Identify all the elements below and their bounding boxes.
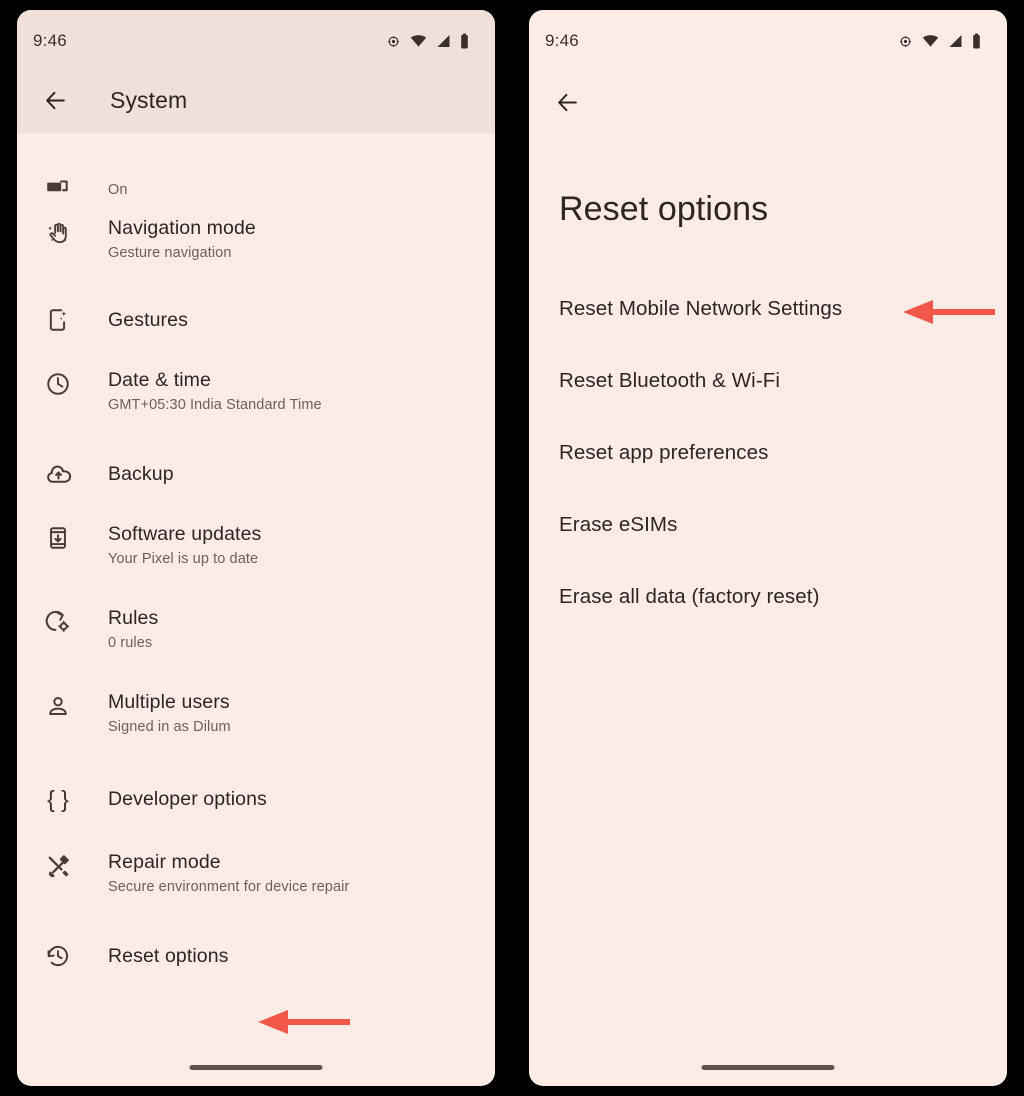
list-item-text: Date & time GMT+05:30 India Standard Tim… [81,367,322,416]
list-item-date-time[interactable]: Date & time GMT+05:30 India Standard Tim… [17,355,495,439]
list-item-reset-mobile-network-settings[interactable]: Reset Mobile Network Settings [529,273,1007,345]
list-item-text: Gestures [81,307,188,333]
back-button[interactable] [545,80,589,124]
list-item-subtitle: Secure environment for device repair [108,879,350,895]
list-item-reset-options[interactable]: Reset options [17,921,495,991]
list-item-text: Reset options [81,943,229,969]
person-icon [35,689,81,719]
reset-options-list: Reset Mobile Network Settings Reset Blue… [529,273,1007,633]
back-button[interactable] [33,79,77,123]
status-icon-group [898,33,981,49]
cellular-signal-icon [948,34,963,48]
history-restore-icon [35,943,81,969]
list-item-text: Backup [81,461,174,487]
clock-icon [35,367,81,397]
list-item-title: Reset options [108,945,229,967]
list-item-title: Gestures [108,309,188,331]
list-item-label: Reset Bluetooth & Wi-Fi [559,369,781,392]
left-appbar: System [17,68,495,133]
list-item-text: Repair mode Secure environment for devic… [81,849,349,898]
right-appbar [529,68,1007,136]
list-item-repair-mode[interactable]: Repair mode Secure environment for devic… [17,837,495,921]
list-item-subtitle: Gesture navigation [108,245,232,261]
status-time: 9:46 [545,31,579,50]
screenshot-stage: 9:46 System On Navigation mode Gesture n… [0,0,1024,1096]
page-title: System [110,87,188,113]
list-item-erase-esims[interactable]: Erase eSIMs [529,489,1007,561]
location-icon [386,34,401,49]
list-item-title: Navigation mode [108,217,256,239]
wifi-icon [410,34,427,48]
wifi-icon [922,34,939,48]
cellular-signal-icon [436,34,451,48]
phone-download-icon [35,521,81,551]
list-item-label: Reset app preferences [559,441,769,464]
list-item[interactable]: On [17,133,495,201]
list-item-title: Repair mode [108,851,221,873]
right-status-bar: 9:46 [529,10,1007,68]
braces-icon: { } [47,785,69,812]
list-item-text: On [81,179,128,201]
list-item-reset-app-preferences[interactable]: Reset app preferences [529,417,1007,489]
list-item-text: Navigation mode Gesture navigation [81,215,256,264]
location-icon [898,34,913,49]
list-item-navigation-mode[interactable]: Navigation mode Gesture navigation [17,201,495,285]
status-time: 9:46 [33,31,67,50]
system-settings-list: On Navigation mode Gesture navigation Ge… [17,133,495,991]
list-item-text: Developer options [81,786,267,812]
page-title: Reset options [559,190,769,228]
list-item-reset-bluetooth-wifi[interactable]: Reset Bluetooth & Wi-Fi [529,345,1007,417]
list-item-software-updates[interactable]: Software updates Your Pixel is up to dat… [17,509,495,593]
battery-icon [460,33,469,49]
list-item-subtitle: GMT+05:30 India Standard Time [108,397,322,413]
list-item-label: Reset Mobile Network Settings [559,297,843,320]
list-item-gestures[interactable]: Gestures [17,285,495,355]
left-status-bar: 9:46 [17,10,495,68]
rotate-gear-icon [35,605,81,636]
list-item-subtitle: On [108,182,128,198]
list-item-subtitle: Your Pixel is up to date [108,551,259,567]
list-item-label: Erase eSIMs [559,513,678,536]
cloud-upload-icon [35,461,81,488]
languages-icon [35,157,81,201]
left-phone-panel: 9:46 System On Navigation mode Gesture n… [17,10,495,1086]
list-item-title: Software updates [108,523,262,545]
list-item-developer-options[interactable]: { } Developer options [17,761,495,837]
right-phone-panel: 9:46 Reset options Reset Mobile Network … [529,10,1007,1086]
hammer-wrench-icon [35,849,81,880]
list-item-title: Rules [108,607,159,629]
list-item-subtitle: 0 rules [108,635,153,651]
battery-icon [972,33,981,49]
list-item-text: Rules 0 rules [81,605,158,654]
list-item-rules[interactable]: Rules 0 rules [17,593,495,677]
list-item-backup[interactable]: Backup [17,439,495,509]
list-item-text: Multiple users Signed in as Dilum [81,689,231,738]
gesture-nav-pill[interactable] [189,1065,323,1070]
list-item-erase-all-data[interactable]: Erase all data (factory reset) [529,561,1007,633]
gesture-hand-icon [35,215,81,246]
list-item-title: Multiple users [108,691,230,713]
gesture-nav-pill[interactable] [701,1065,835,1070]
list-item-label: Erase all data (factory reset) [559,585,820,608]
phone-sparkle-icon [35,307,81,333]
status-icon-group [386,33,469,49]
list-item-title: Developer options [108,788,267,810]
list-item-subtitle: Signed in as Dilum [108,719,231,735]
list-item-text: Software updates Your Pixel is up to dat… [81,521,261,570]
list-item-title: Backup [108,463,174,485]
list-item-multiple-users[interactable]: Multiple users Signed in as Dilum [17,677,495,761]
list-item-title: Date & time [108,369,211,391]
